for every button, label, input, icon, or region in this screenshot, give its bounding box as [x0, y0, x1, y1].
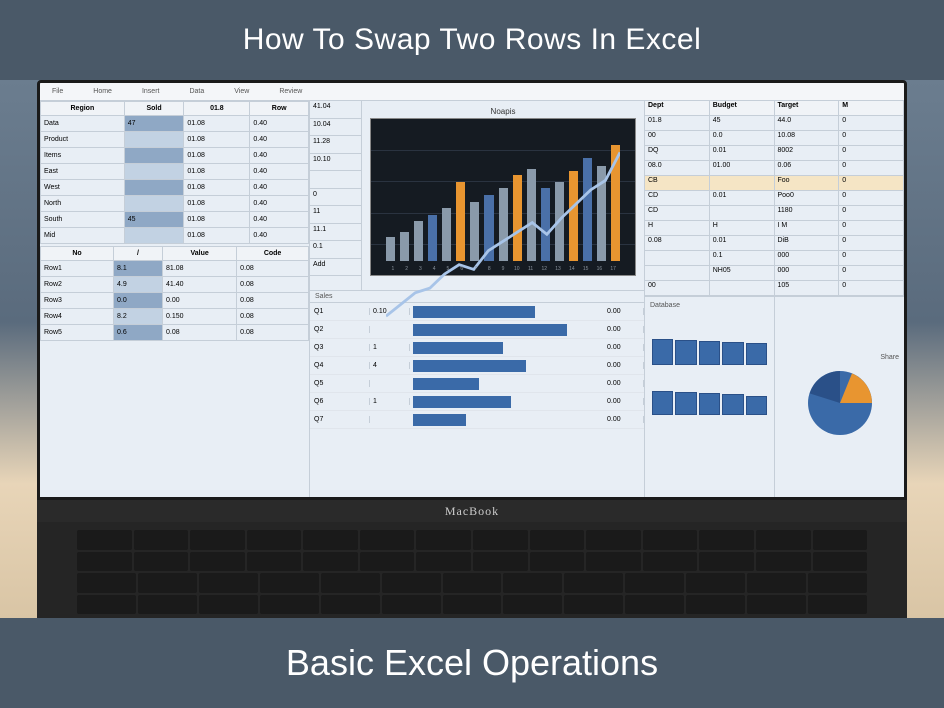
scene: FileHomeInsertDataViewReview RegionSold0… [0, 80, 944, 618]
mid-cell: 41.04 [310, 101, 361, 119]
table-row[interactable]: East01.080.40 [41, 164, 309, 180]
table-row[interactable]: CD0.01Poo00 [645, 191, 904, 206]
th: Region [41, 102, 125, 116]
pie-title: Share [878, 352, 901, 363]
pie-icon [800, 363, 880, 443]
mini-column-chart: Database [645, 297, 775, 497]
bottom-banner-text: Basic Excel Operations [286, 642, 658, 684]
hbar-row: Q440.00 [310, 357, 644, 375]
mid-cell: 0 [310, 189, 361, 207]
table-row[interactable]: 08.001.000.060 [645, 161, 904, 176]
mid-cell: 11.28 [310, 136, 361, 154]
ribbon-item[interactable]: Review [279, 88, 302, 95]
table-row[interactable]: CBFoo0 [645, 176, 904, 191]
mid-cell: 10.10 [310, 154, 361, 172]
left-table: RegionSold01.8Row Data4701.080.40Product… [40, 101, 309, 244]
table-row[interactable]: Mid01.080.40 [41, 228, 309, 244]
right-column: Dept Budget Target M 01.84544.00000.010.… [644, 101, 904, 497]
chart-wrap: Noapis 1234567891011121314151617 [362, 101, 644, 290]
th: / [113, 247, 162, 261]
table-row[interactable]: Data4701.080.40 [41, 116, 309, 132]
th: Code [237, 247, 309, 261]
ribbon-item[interactable]: Data [189, 88, 204, 95]
main-chart: 1234567891011121314151617 [370, 118, 636, 276]
table-row[interactable]: Row50.60.080.08 [41, 325, 309, 341]
table-row[interactable]: 0.080.01DiB0 [645, 236, 904, 251]
ribbon-bar: File Home Insert Data View Review [40, 83, 904, 101]
table-row[interactable]: North01.080.40 [41, 196, 309, 212]
mid-numbers: 41.0410.0411.2810.10 01111.10.1Add [310, 101, 362, 290]
laptop: FileHomeInsertDataViewReview RegionSold0… [37, 80, 907, 618]
laptop-brand: MacBook [37, 500, 907, 522]
mid-cell: 0.1 [310, 241, 361, 259]
workspace: RegionSold01.8Row Data4701.080.40Product… [40, 101, 904, 497]
chart-title: Noapis [370, 105, 636, 118]
table-row[interactable]: South4501.080.40 [41, 212, 309, 228]
table-row[interactable]: DQ0.0180020 [645, 146, 904, 161]
th: Sold [124, 102, 184, 116]
hbar-row: Q610.00 [310, 393, 644, 411]
table-row[interactable]: NH050000 [645, 266, 904, 281]
table-row[interactable]: 0.10000 [645, 251, 904, 266]
th: Row [250, 102, 309, 116]
top-banner-text: How To Swap Two Rows In Excel [243, 23, 702, 57]
ribbon-item[interactable]: File [52, 88, 63, 95]
table-row[interactable]: Row30.00.000.08 [41, 293, 309, 309]
ribbon-item[interactable]: Home [93, 88, 112, 95]
bottom-banner: Basic Excel Operations [0, 618, 944, 708]
th: 01.8 [184, 102, 250, 116]
mid-cell: 10.04 [310, 119, 361, 137]
th: Budget [710, 101, 775, 115]
th: Target [775, 101, 840, 115]
th: Value [163, 247, 237, 261]
left-column: RegionSold01.8Row Data4701.080.40Product… [40, 101, 310, 497]
table-row[interactable]: HHI M0 [645, 221, 904, 236]
ribbon-item[interactable]: Insert [142, 88, 160, 95]
table-row[interactable]: Items01.080.40 [41, 148, 309, 164]
hbar-row: Q70.00 [310, 411, 644, 429]
mid-cell [310, 171, 361, 189]
table-row[interactable]: CD11800 [645, 206, 904, 221]
table-row[interactable]: 001050 [645, 281, 904, 296]
th: No [41, 247, 114, 261]
keyboard [37, 522, 907, 622]
chart-top-row: 41.0410.0411.2810.10 01111.10.1Add Noapis [310, 101, 644, 291]
ribbon-item[interactable]: View [234, 88, 249, 95]
th: M [839, 101, 904, 115]
mid-cell: 11.1 [310, 224, 361, 242]
laptop-screen: FileHomeInsertDataViewReview RegionSold0… [37, 80, 907, 500]
th: Dept [645, 101, 710, 115]
table-row[interactable]: Product01.080.40 [41, 132, 309, 148]
table-row[interactable]: Row18.181.080.08 [41, 261, 309, 277]
right-lower: Database Share [645, 296, 904, 497]
table-row[interactable]: West01.080.40 [41, 180, 309, 196]
table-row[interactable]: Row24.941.400.08 [41, 277, 309, 293]
table-row[interactable]: 000.010.080 [645, 131, 904, 146]
top-banner: How To Swap Two Rows In Excel [0, 0, 944, 80]
pie-chart: Share [775, 297, 904, 497]
mid-cell: 11 [310, 206, 361, 224]
brand-text: MacBook [445, 504, 499, 518]
middle-column: 41.0410.0411.2810.10 01111.10.1Add Noapis [310, 101, 644, 497]
table-row[interactable]: Row48.20.1500.08 [41, 309, 309, 325]
table-row[interactable]: 01.84544.00 [645, 116, 904, 131]
mini-chart-title: Database [648, 300, 771, 311]
mid-cell: Add [310, 259, 361, 277]
right-header-row: Dept Budget Target M [645, 101, 904, 116]
left-table-2: No/ValueCode Row18.181.080.08Row24.941.4… [40, 246, 309, 341]
hbar-row: Q50.00 [310, 375, 644, 393]
